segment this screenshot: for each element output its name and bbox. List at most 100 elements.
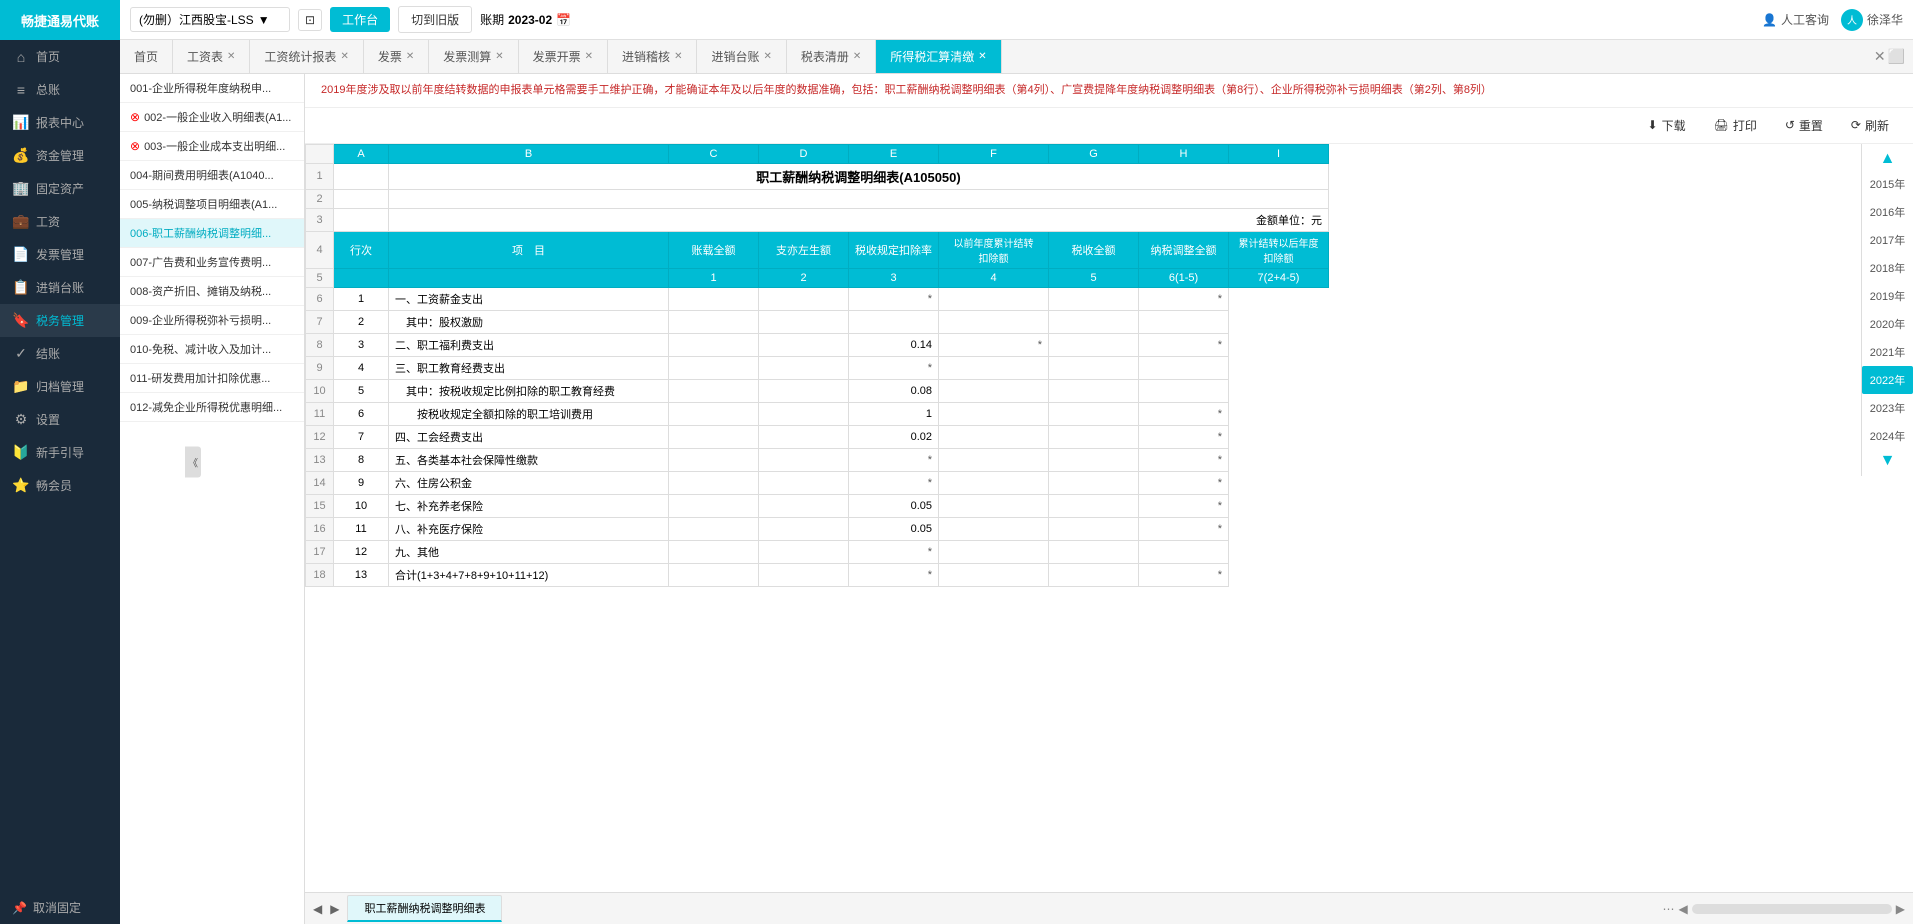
table-row: 13 8 五、各类基本社会保障性缴款 * *: [306, 448, 1329, 471]
tab-salary-report[interactable]: 工资统计报表 ✕: [250, 40, 363, 74]
avatar: 人: [1841, 9, 1863, 31]
year-2021[interactable]: 2021年: [1862, 338, 1913, 366]
tab-tax-book[interactable]: 税表清册 ✕: [787, 40, 876, 74]
user-profile[interactable]: 人 徐泽华: [1841, 9, 1903, 31]
year-2019[interactable]: 2019年: [1862, 282, 1913, 310]
sidebar-item-funds[interactable]: 💰 资金管理: [0, 139, 120, 172]
list-item-004[interactable]: 004-期间费用明细表(A1040...: [120, 161, 304, 190]
list-item-005[interactable]: 005-纳税调整项目明细表(A1...: [120, 190, 304, 219]
list-item-007[interactable]: 007-广告费和业务宣传费明...: [120, 248, 304, 277]
sidebar-item-home[interactable]: ⌂ 首页: [0, 40, 120, 73]
item-label-012: 012-减免企业所得税优惠明细...: [130, 399, 282, 415]
col-header-H: H: [1139, 144, 1229, 163]
main-area: (勿删）江西股宝-LSS ▼ ⊡ 工作台 切到旧版 账期 2023-02 📅 👤…: [120, 0, 1913, 924]
sidebar-item-archive[interactable]: 📁 归档管理: [0, 370, 120, 403]
sidebar-item-guide[interactable]: 🔰 新手引导: [0, 436, 120, 469]
close-salary-table-icon[interactable]: ✕: [227, 51, 235, 62]
list-item-012[interactable]: 012-减免企业所得税优惠明细...: [120, 393, 304, 422]
close-purchase-ledger-icon[interactable]: ✕: [763, 51, 771, 62]
next-sheet-button[interactable]: ▶: [330, 902, 339, 916]
item-label-011: 011-研发费用加计扣除优惠...: [130, 370, 270, 386]
list-item-008[interactable]: 008-资产折旧、摊销及纳税...: [120, 277, 304, 306]
sidebar-item-assets[interactable]: 🏢 固定资产: [0, 172, 120, 205]
col-c-header: 账载全额: [669, 231, 759, 268]
guide-icon: 🔰: [12, 444, 30, 461]
download-button[interactable]: ⬇ 下载: [1640, 114, 1694, 137]
year-2020[interactable]: 2020年: [1862, 310, 1913, 338]
close-salary-report-icon[interactable]: ✕: [340, 51, 348, 62]
year-2015[interactable]: 2015年: [1862, 170, 1913, 198]
workspace-button[interactable]: 工作台: [330, 7, 390, 32]
list-item-001[interactable]: 001-企业所得税年度纳税申...: [120, 74, 304, 103]
unpin-button[interactable]: 📌 取消固定: [0, 891, 120, 924]
pin-icon: 📌: [12, 901, 27, 915]
table-row: 1 职工薪酬纳税调整明细表(A105050): [306, 163, 1329, 189]
tab-invoice-calc[interactable]: 发票测算 ✕: [429, 40, 518, 74]
col-header-F: F: [939, 144, 1049, 163]
close-invoice-icon[interactable]: ✕: [406, 51, 414, 62]
content-area: 001-企业所得税年度纳税申... ⊗ 002-一般企业收入明细表(A1... …: [120, 74, 1913, 924]
reset-button[interactable]: ↺ 重置: [1777, 114, 1831, 137]
list-item-006[interactable]: 006-职工薪酬纳税调整明细...: [120, 219, 304, 248]
list-item-009[interactable]: 009-企业所得税弥补亏损明...: [120, 306, 304, 335]
support-button[interactable]: 👤 人工客询: [1762, 11, 1829, 28]
close-all-icon[interactable]: ✕: [1874, 48, 1886, 65]
prev-sheet-button[interactable]: ◀: [313, 902, 322, 916]
close-income-tax-icon[interactable]: ✕: [978, 51, 986, 62]
maximize-icon[interactable]: ⬜: [1888, 48, 1905, 65]
row-num-5: 5: [306, 268, 334, 287]
tab-income-tax[interactable]: 所得税汇算清缴 ✕: [876, 40, 1001, 74]
refresh-button[interactable]: ⟳ 刷新: [1843, 114, 1897, 137]
close-icon: ✓: [12, 345, 30, 362]
tab-audit[interactable]: 进销稽核 ✕: [608, 40, 697, 74]
list-item-003[interactable]: ⊗ 003-一般企业成本支出明细...: [120, 132, 304, 161]
sidebar-item-ledger[interactable]: ≡ 总账: [0, 73, 120, 106]
sidebar-item-close[interactable]: ✓ 结账: [0, 337, 120, 370]
close-tax-book-icon[interactable]: ✕: [853, 51, 861, 62]
close-invoice-issue-icon[interactable]: ✕: [585, 51, 593, 62]
toolbar: ⬇ 下载 🖨 打印 ↺ 重置 ⟳ 刷新: [305, 108, 1913, 144]
collapse-panel-button[interactable]: 《: [185, 447, 201, 478]
close-audit-icon[interactable]: ✕: [674, 51, 682, 62]
tab-invoice-issue[interactable]: 发票开票 ✕: [519, 40, 608, 74]
sheet-controls: ⋯ ◀ ▶: [1663, 902, 1905, 916]
item-label-008: 008-资产折旧、摊销及纳税...: [130, 283, 271, 299]
sidebar-item-purchases[interactable]: 📋 进销台账: [0, 271, 120, 304]
sheet-menu-icon[interactable]: ⋯: [1663, 902, 1675, 916]
switch-version-button[interactable]: 切到旧版: [398, 6, 472, 33]
sidebar-item-reports[interactable]: 📊 报表中心: [0, 106, 120, 139]
tab-purchase-ledger[interactable]: 进销台账 ✕: [697, 40, 786, 74]
year-2024[interactable]: 2024年: [1862, 422, 1913, 450]
tab-invoice[interactable]: 发票 ✕: [364, 40, 429, 74]
horizontal-scrollbar[interactable]: [1692, 904, 1892, 914]
year-up-button[interactable]: ▲: [1878, 148, 1898, 170]
calendar-icon[interactable]: 📅: [556, 13, 571, 27]
close-invoice-calc-icon[interactable]: ✕: [495, 51, 503, 62]
print-button[interactable]: 🖨 打印: [1706, 114, 1765, 137]
tab-salary-table[interactable]: 工资表 ✕: [173, 40, 250, 74]
sidebar-item-salary[interactable]: 💼 工资: [0, 205, 120, 238]
sheet-scroll-left[interactable]: ◀: [1679, 902, 1688, 916]
year-2016[interactable]: 2016年: [1862, 198, 1913, 226]
company-selector[interactable]: (勿删）江西股宝-LSS ▼: [130, 7, 290, 32]
year-2017[interactable]: 2017年: [1862, 226, 1913, 254]
row-num-2: 2: [306, 189, 334, 208]
year-2022[interactable]: 2022年: [1862, 366, 1913, 394]
copy-button[interactable]: ⊡: [298, 9, 322, 31]
sheet-area[interactable]: ▲ 2015年 2016年 2017年 2018年 2019年 2020年 20…: [305, 144, 1913, 893]
list-item-011[interactable]: 011-研发费用加计扣除优惠...: [120, 364, 304, 393]
year-2018[interactable]: 2018年: [1862, 254, 1913, 282]
list-item-010[interactable]: 010-免税、减计收入及加计...: [120, 335, 304, 364]
warning-bar: 2019年度涉及取以前年度结转数据的申报表单元格需要手工维护正确，才能确证本年及…: [305, 74, 1913, 108]
list-item-002[interactable]: ⊗ 002-一般企业收入明细表(A1...: [120, 103, 304, 132]
sidebar-item-member[interactable]: ⭐ 畅会员: [0, 469, 120, 502]
bottom-tab-salary-adjust[interactable]: 职工薪酬纳税调整明细表: [347, 895, 502, 922]
sidebar-item-invoice[interactable]: 📄 发票管理: [0, 238, 120, 271]
sidebar-item-tax[interactable]: 🔖 税务管理: [0, 304, 120, 337]
sheet-scroll-right[interactable]: ▶: [1896, 902, 1905, 916]
sidebar-item-settings[interactable]: ⚙ 设置: [0, 403, 120, 436]
tab-home[interactable]: 首页: [120, 40, 173, 74]
year-2023[interactable]: 2023年: [1862, 394, 1913, 422]
row-num-3: 3: [306, 208, 334, 231]
year-down-button[interactable]: ▼: [1878, 450, 1898, 472]
